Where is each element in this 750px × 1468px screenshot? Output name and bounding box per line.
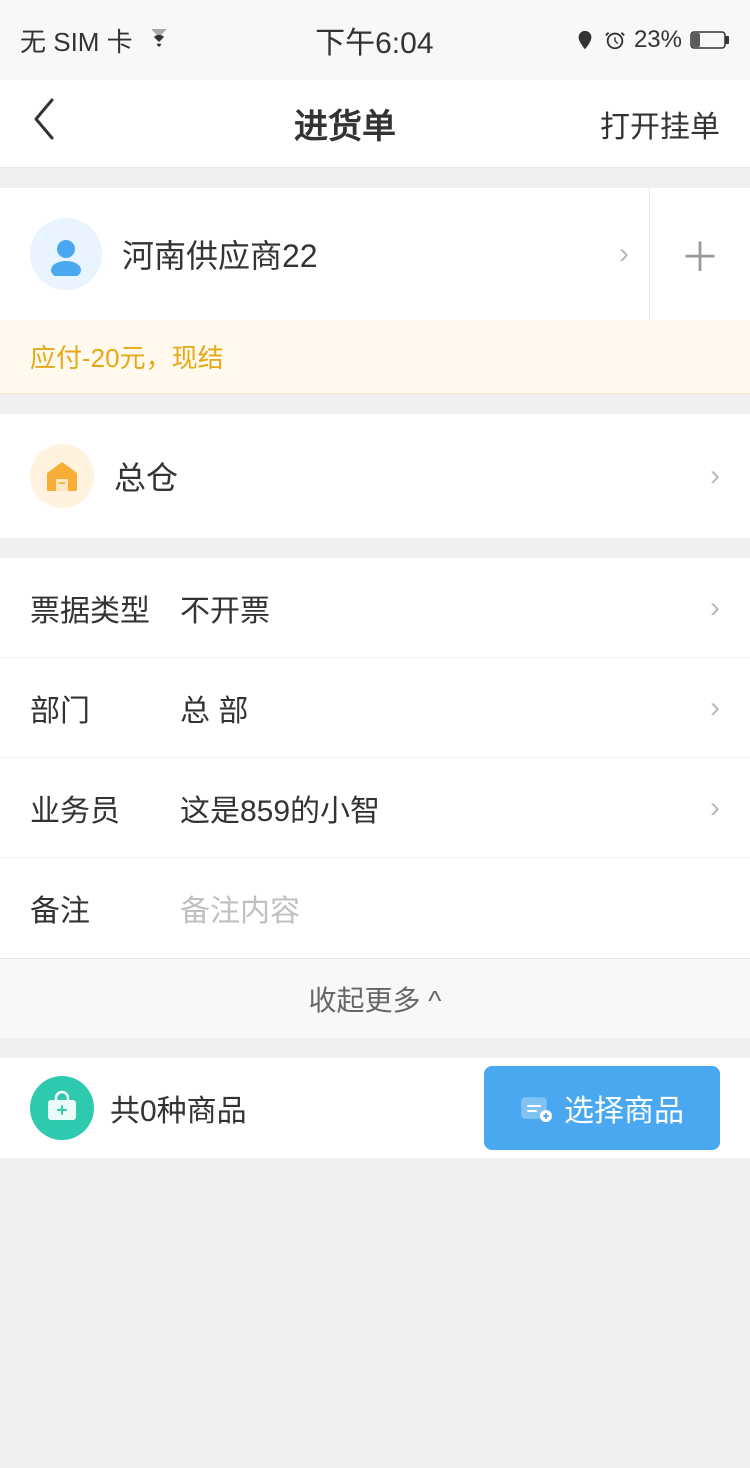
salesperson-value: 这是859的小智: [180, 786, 700, 830]
select-product-label: 选择商品: [564, 1086, 684, 1130]
select-product-button[interactable]: 选择商品: [484, 1066, 720, 1150]
warehouse-section[interactable]: 总仓 ›: [0, 414, 750, 538]
form-section: 票据类型 不开票 › 部门 总 部 › 业务员 这是859的小智 › 备注 备注…: [0, 558, 750, 958]
notice-banner: 应付-20元，现结: [0, 320, 750, 394]
signal-text: 无 SIM 卡: [20, 22, 133, 59]
invoice-value: 不开票: [180, 586, 700, 630]
salesperson-chevron-icon: ›: [710, 791, 720, 825]
status-right: 23%: [574, 26, 730, 54]
remark-row[interactable]: 备注 备注内容: [0, 858, 750, 958]
supplier-chevron-icon: ›: [599, 237, 649, 271]
bottom-bar: 共0种商品 选择商品: [0, 1058, 750, 1158]
notice-text: 应付-20元，现结: [30, 343, 224, 373]
salesperson-row[interactable]: 业务员 这是859的小智 ›: [0, 758, 750, 858]
salesperson-label: 业务员: [30, 786, 180, 830]
battery-icon: [690, 29, 730, 51]
location-icon: [574, 29, 596, 51]
nav-bar: 进货单 打开挂单: [0, 80, 750, 168]
page-background: [0, 1158, 750, 1468]
invoice-chevron-icon: ›: [710, 591, 720, 625]
add-supplier-button[interactable]: ＋: [650, 188, 750, 320]
wifi-icon: [143, 29, 175, 51]
remark-input[interactable]: 备注内容: [180, 886, 720, 930]
select-product-icon: [520, 1092, 552, 1124]
product-count-area: 共0种商品: [30, 1076, 247, 1140]
alarm-icon: [604, 29, 626, 51]
invoice-type-row[interactable]: 票据类型 不开票 ›: [0, 558, 750, 658]
product-icon: [30, 1076, 94, 1140]
remark-label: 备注: [30, 886, 180, 930]
warehouse-chevron-icon: ›: [710, 459, 720, 493]
section-gap-1: [0, 168, 750, 188]
warehouse-icon: [30, 444, 94, 508]
department-row[interactable]: 部门 总 部 ›: [0, 658, 750, 758]
back-button[interactable]: [30, 96, 90, 152]
supplier-name: 河南供应商22: [122, 231, 599, 277]
page-title: 进货单: [294, 99, 396, 148]
collapse-text: 收起更多 ^: [309, 979, 442, 1019]
status-bar: 无 SIM 卡 下午6:04 23%: [0, 0, 750, 80]
status-time: 下午6:04: [315, 18, 433, 62]
supplier-select-area[interactable]: 河南供应商22 ›: [0, 188, 650, 320]
collapse-more-button[interactable]: 收起更多 ^: [0, 958, 750, 1038]
battery-text: 23%: [634, 26, 682, 54]
department-value: 总 部: [180, 686, 700, 730]
supplier-section: 河南供应商22 › ＋: [0, 188, 750, 320]
invoice-label: 票据类型: [30, 586, 180, 630]
status-left: 无 SIM 卡: [20, 22, 175, 59]
open-pending-button[interactable]: 打开挂单: [600, 102, 720, 146]
supplier-avatar: [30, 218, 102, 290]
warehouse-name: 总仓: [114, 453, 710, 499]
product-count-text: 共0种商品: [110, 1086, 247, 1130]
department-chevron-icon: ›: [710, 691, 720, 725]
department-label: 部门: [30, 686, 180, 730]
